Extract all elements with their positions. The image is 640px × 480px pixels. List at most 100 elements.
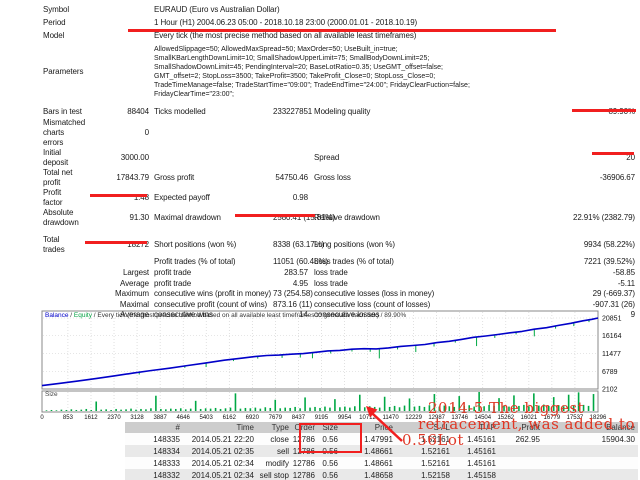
report-label: Ticks modelled [154,106,206,116]
trade-cell: 1.52161 [396,457,453,469]
legend-equity-label: Equity [73,312,92,319]
report-value: Average [120,278,149,288]
report-label: consecutive loss (count of losses) [314,299,431,309]
report-label: Total net profit [43,168,73,187]
legend-balance-label: Balance [45,312,69,319]
report-label: Parameters [43,67,84,76]
report-value: 283.57 [284,268,308,278]
size-panel-label: Size [45,391,58,398]
trade-cell [543,469,638,480]
trade-cell [499,469,543,480]
trade-row: 148335 2014.05.21 22:20 close 12786 0.56 1.47… [125,433,638,445]
report-value: Maximum [115,289,149,299]
report-row: Bars in test 88404 Ticks modelled 233227851… [43,105,635,118]
trade-cell: 1.52158 [396,469,453,480]
svg-text:4646: 4646 [177,415,191,421]
trade-cell [499,457,543,469]
trade-cell: 0.56 [318,469,341,480]
svg-text:2102: 2102 [602,387,618,394]
report-value: Largest [123,268,149,278]
svg-text:5403: 5403 [200,415,214,421]
report-label: Loss trades (% of total) [314,256,394,266]
report-row: Parameters AllowedSlippage=50; AllowedMax… [43,45,635,99]
report-row: Profit trades (% of total) 11051 (60.48%)… [43,255,635,268]
report-value: 11051 (60.48%) [273,256,328,266]
report-label: AllowedSlippage=50; AllowedMaxSpread=50;… [154,46,470,98]
report-value: 7221 (39.52%) [583,256,635,266]
svg-text:6789: 6789 [602,369,618,376]
svg-text:0: 0 [40,415,44,421]
trade-cell: 2014.05.21 02:34 [183,469,257,480]
annotation-underline [592,152,634,155]
strategy-tester-report: Symbol EURAUD (Euro vs Australian Dollar)… [0,0,640,480]
report-row: Total trades 18272 Short positions (won %)… [43,235,635,255]
annotation-underline [235,214,315,217]
annotation-highlight-box [299,423,362,453]
trade-cell: 2014.05.21 02:35 [183,445,257,457]
report-value: 54750.46 [275,173,308,182]
svg-text:11470: 11470 [382,415,399,421]
svg-text:3128: 3128 [130,415,144,421]
report-row: Profit factor 1.48 Expected payoff 0.98 [43,188,635,208]
report-value: 17843.79 [116,173,149,182]
report-row: Total net profit 17843.79 Gross profit 5475… [43,168,635,188]
report-label: Every tick (the most precise method base… [154,30,417,40]
trades-header-cell: Type [257,422,292,433]
trade-cell: 12786 [292,469,318,480]
trade-row: 148334 2014.05.21 02:35 sell 12786 0.56 1.486… [125,445,638,457]
report-summary-table: Symbol EURAUD (Euro vs Australian Dollar)… [43,4,635,321]
report-value: 88404 [127,106,149,116]
report-row: Symbol EURAUD (Euro vs Australian Dollar) [43,4,635,17]
annotation-underline [128,29,556,32]
trade-cell: sell stop [257,469,292,480]
trade-cell: 0.56 [318,457,341,469]
trade-cell: 15904.30 [543,433,638,445]
report-row: Largest profit trade 283.57 loss trade -58.8… [43,268,635,279]
trade-cell: 1.48661 [341,457,396,469]
report-label: Total trades [43,235,65,254]
report-value: 73 (254.58) [273,289,313,299]
annotation-text-line3: 0.56Lot [402,431,464,449]
report-row: Initial deposit 3000.00 Spread 20 [43,148,635,168]
report-label: Profit factor [43,188,63,207]
report-label: Expected payoff [154,193,210,202]
report-row: Maximal consecutive profit (count of wins… [43,300,635,311]
legend-model-text: / Every tick (the most precise method ba… [92,312,407,319]
report-value: 9934 (58.22%) [583,240,635,249]
report-value: 8338 (63.17%) [273,240,325,249]
report-value: 91.30 [129,213,149,222]
report-value: 0 [144,128,149,137]
report-label: Period [43,17,66,27]
svg-text:6920: 6920 [246,415,260,421]
report-value: 22.91% (2382.79) [572,213,635,222]
trade-cell: 1.45158 [453,469,499,480]
report-label: Model [43,30,65,40]
svg-text:2370: 2370 [107,415,121,421]
svg-text:20851: 20851 [602,316,622,323]
report-value: -907.31 (26) [592,299,635,309]
trade-cell: 148334 [125,445,183,457]
trade-cell: 262.95 [499,433,543,445]
report-label: Absolute drawdown [43,208,79,227]
svg-text:8437: 8437 [292,415,306,421]
report-label: Spread [314,153,340,162]
report-label: Modeling quality [314,106,371,116]
trades-header-cell: # [125,422,183,433]
svg-text:16164: 16164 [602,333,622,340]
report-label: consecutive losses (loss in money) [314,289,435,299]
trade-cell: 2014.05.21 02:34 [183,457,257,469]
trade-cell: 1.48658 [341,469,396,480]
report-label: Gross profit [154,173,195,182]
report-row: Mismatched charts errors 0 [43,118,635,148]
trade-cell: 2014.05.21 22:20 [183,433,257,445]
svg-text:10712: 10712 [359,415,376,421]
report-label: Short positions (won %) [154,240,237,249]
trades-header-cell: Time [183,422,257,433]
report-label: Initial deposit [43,148,69,167]
trade-cell [499,445,543,457]
report-value: 0.98 [292,193,308,202]
annotation-underline [572,109,636,112]
report-label: Gross loss [314,173,351,182]
report-value: 873.16 (11) [273,299,313,309]
report-value: -36906.67 [599,173,635,182]
